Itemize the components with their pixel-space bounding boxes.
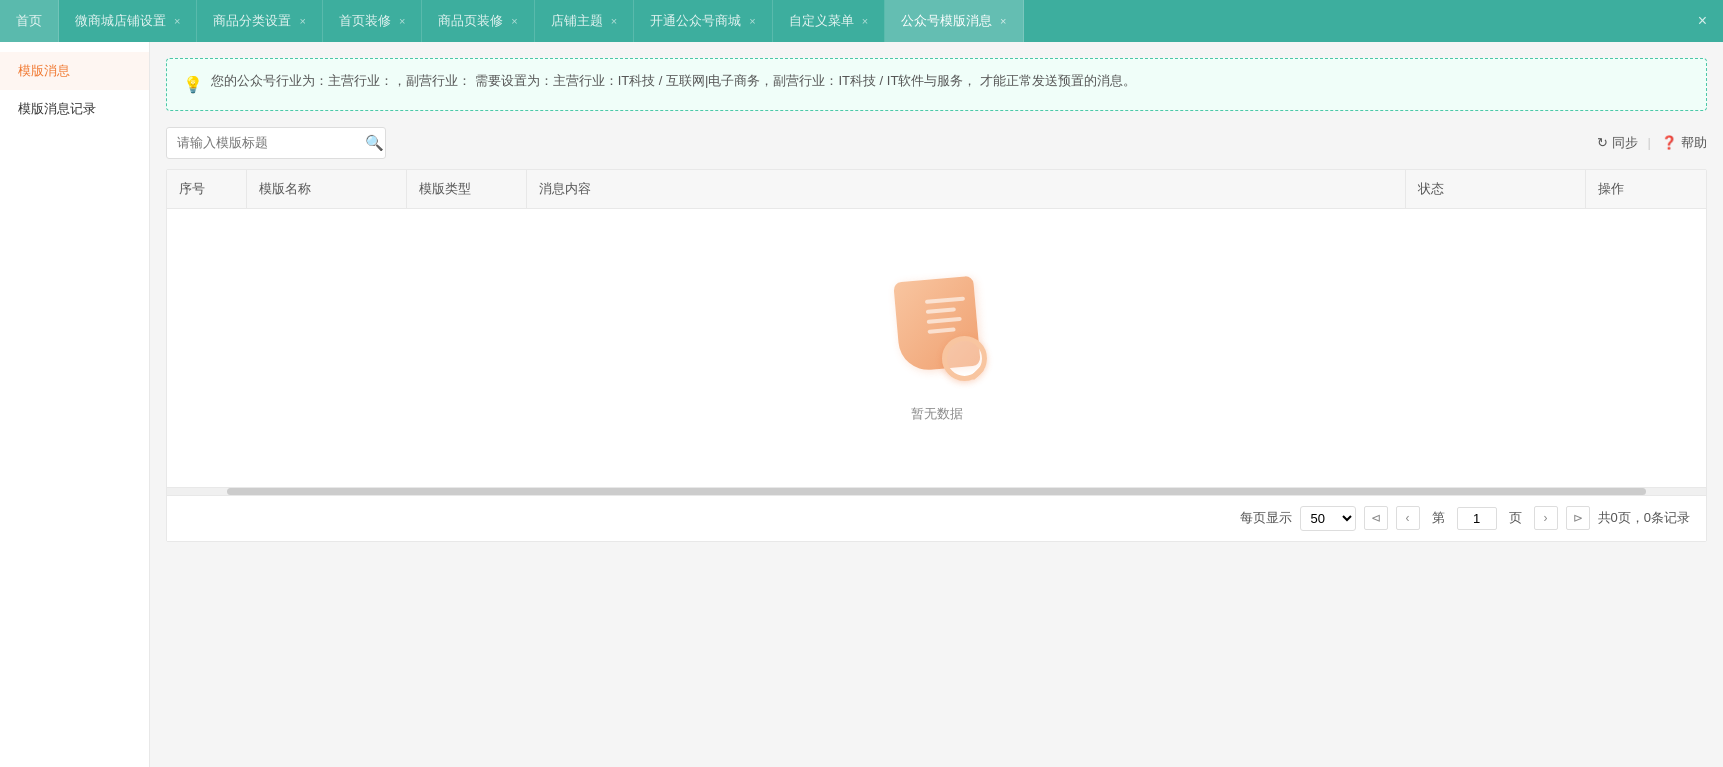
help-button[interactable]: ❓ 帮助 xyxy=(1661,134,1707,152)
data-table: 序号 模版名称 模版类型 消息内容 状态 操作 xyxy=(166,169,1707,542)
close-tab-shop-settings[interactable]: × xyxy=(174,15,180,27)
tab-custom-menu[interactable]: 自定义菜单 × xyxy=(773,0,885,42)
tab-shop-theme[interactable]: 店铺主题 × xyxy=(535,0,634,42)
sidebar-item-template-msg-record[interactable]: 模版消息记录 xyxy=(0,90,149,128)
col-header-type: 模版类型 xyxy=(407,170,527,208)
sidebar-item-template-msg[interactable]: 模版消息 xyxy=(0,52,149,90)
tab-home-decor[interactable]: 首页装修 × xyxy=(323,0,422,42)
help-icon: ❓ xyxy=(1661,135,1677,150)
sync-button[interactable]: ↻ 同步 xyxy=(1597,134,1638,152)
col-header-index: 序号 xyxy=(167,170,247,208)
close-tab-open-mall[interactable]: × xyxy=(749,15,755,27)
page-size-select[interactable]: 50 10 20 100 xyxy=(1300,506,1356,531)
notice-text: 您的公众号行业为：主营行业：，副营行业： 需要设置为：主营行业：IT科技 / 互… xyxy=(211,71,1136,92)
toolbar: 🔍 ↻ 同步 | ❓ 帮助 xyxy=(166,127,1707,159)
tab-open-mall[interactable]: 开通公众号商城 × xyxy=(634,0,772,42)
tab-home[interactable]: 首页 xyxy=(0,0,59,42)
sidebar: 模版消息 模版消息记录 xyxy=(0,42,150,767)
search-area: 🔍 xyxy=(166,127,386,159)
tab-shop-settings[interactable]: 微商城店铺设置 × xyxy=(59,0,197,42)
page-unit-label: 页 xyxy=(1509,509,1522,527)
toolbar-right: ↻ 同步 | ❓ 帮助 xyxy=(1597,134,1707,152)
empty-text: 暂无数据 xyxy=(911,405,963,423)
main-layout: 模版消息 模版消息记录 💡 您的公众号行业为：主营行业：，副营行业： 需要设置为… xyxy=(0,42,1723,767)
doc-line-2 xyxy=(925,307,955,314)
toolbar-divider: | xyxy=(1648,135,1651,150)
col-header-name: 模版名称 xyxy=(247,170,407,208)
col-header-content: 消息内容 xyxy=(527,170,1406,208)
close-all-tabs-button[interactable]: × xyxy=(1682,0,1723,42)
next-page-button[interactable]: › xyxy=(1534,506,1558,530)
doc-line-4 xyxy=(927,327,955,333)
empty-illustration xyxy=(877,269,997,389)
close-tab-product-decor[interactable]: × xyxy=(511,15,517,27)
tab-template-msg[interactable]: 公众号模版消息 × xyxy=(885,0,1023,42)
sync-icon: ↻ xyxy=(1597,135,1608,150)
notice-box: 💡 您的公众号行业为：主营行业：，副营行业： 需要设置为：主营行业：IT科技 /… xyxy=(166,58,1707,111)
scrollbar-thumb[interactable] xyxy=(227,488,1646,495)
col-header-status: 状态 xyxy=(1406,170,1586,208)
page-word-label: 第 xyxy=(1432,509,1445,527)
magnify-circle xyxy=(942,336,987,381)
table-header: 序号 模版名称 模版类型 消息内容 状态 操作 xyxy=(167,170,1706,209)
horizontal-scrollbar[interactable] xyxy=(167,487,1706,495)
tab-product-category[interactable]: 商品分类设置 × xyxy=(197,0,322,42)
notice-icon: 💡 xyxy=(183,72,203,98)
prev-page-button[interactable]: ‹ xyxy=(1396,506,1420,530)
total-info: 共0页，0条记录 xyxy=(1598,509,1690,527)
col-header-action: 操作 xyxy=(1586,170,1706,208)
close-tab-custom-menu[interactable]: × xyxy=(862,15,868,27)
tab-product-decor[interactable]: 商品页装修 × xyxy=(422,0,534,42)
magnify-handle xyxy=(970,365,985,380)
page-size-label: 每页显示 xyxy=(1240,509,1292,527)
empty-state: 暂无数据 xyxy=(167,209,1706,483)
last-page-button[interactable]: ⊳ xyxy=(1566,506,1590,530)
doc-line-3 xyxy=(926,316,961,323)
search-button[interactable]: 🔍 xyxy=(355,128,386,158)
doc-line-1 xyxy=(924,296,964,303)
doc-lines xyxy=(924,296,967,333)
close-tab-home-decor[interactable]: × xyxy=(399,15,405,27)
content-area: 💡 您的公众号行业为：主营行业：，副营行业： 需要设置为：主营行业：IT科技 /… xyxy=(150,42,1723,767)
close-tab-shop-theme[interactable]: × xyxy=(611,15,617,27)
top-tabs: 首页 微商城店铺设置 × 商品分类设置 × 首页装修 × 商品页装修 × 店铺主… xyxy=(0,0,1723,42)
pagination: 每页显示 50 10 20 100 ⊲ ‹ 第 页 › ⊳ 共0页，0条记录 xyxy=(167,495,1706,541)
search-input[interactable] xyxy=(167,129,355,156)
close-tab-product-category[interactable]: × xyxy=(299,15,305,27)
page-number-input[interactable] xyxy=(1457,507,1497,530)
first-page-button[interactable]: ⊲ xyxy=(1364,506,1388,530)
close-tab-template-msg[interactable]: × xyxy=(1000,15,1006,27)
